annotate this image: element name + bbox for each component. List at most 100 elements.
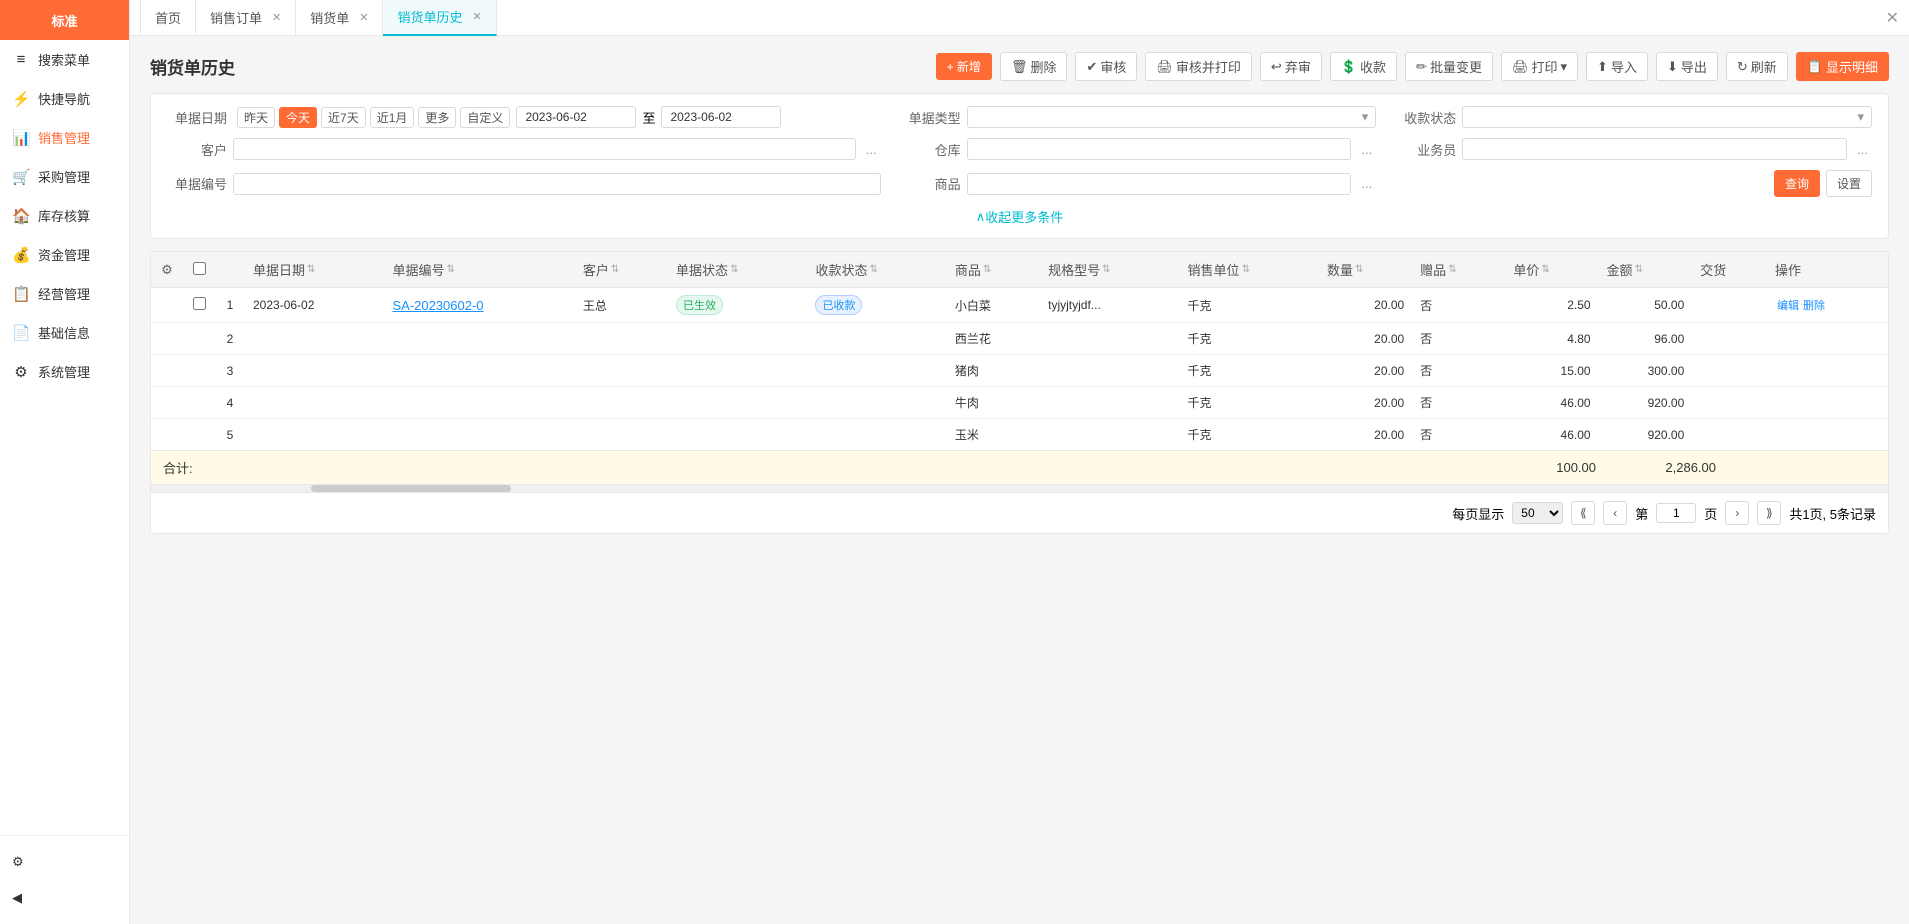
th-amount[interactable]: 金额 ⇅ xyxy=(1599,252,1693,288)
th-doc-date[interactable]: 单据日期 ⇅ xyxy=(245,252,384,288)
th-qty[interactable]: 数量 ⇅ xyxy=(1319,252,1412,288)
td-doc-num[interactable] xyxy=(384,355,574,387)
date-quick-custom[interactable]: 自定义 xyxy=(460,107,510,128)
collapse-button[interactable]: ∧ 收起更多条件 xyxy=(167,207,1872,226)
row-checkbox[interactable] xyxy=(193,297,206,310)
per-page-select[interactable]: 50 100 xyxy=(1512,502,1563,524)
th-customer[interactable]: 客户 ⇅ xyxy=(575,252,668,288)
inventory-icon: 🏠 xyxy=(12,207,30,225)
sidebar-item-quick-nav[interactable]: ⚡ 快捷导航 xyxy=(0,79,129,118)
sidebar-item-search-menu[interactable]: ≡ 搜索菜单 xyxy=(0,40,129,79)
audit-button[interactable]: ✔ 审核 xyxy=(1075,52,1137,81)
sidebar-item-sales-mgmt[interactable]: 📊 销售管理 xyxy=(0,118,129,157)
th-check[interactable] xyxy=(183,252,215,288)
date-from-input[interactable] xyxy=(516,106,636,128)
date-quick-yesterday[interactable]: 昨天 xyxy=(237,107,275,128)
display-detail-button[interactable]: 📋 显示明细 xyxy=(1796,52,1889,81)
print-button[interactable]: 🖨 打印 ▾ xyxy=(1501,52,1578,81)
td-check[interactable] xyxy=(183,288,215,323)
date-quick-more[interactable]: 更多 xyxy=(418,107,456,128)
td-check[interactable] xyxy=(183,387,215,419)
td-doc-num[interactable] xyxy=(384,419,574,451)
sidebar-collapse-button[interactable]: ◀ xyxy=(0,880,129,916)
tab-bar-close-all[interactable]: ✕ xyxy=(1886,8,1899,28)
date-quick-1month[interactable]: 近1月 xyxy=(370,107,415,128)
td-settings xyxy=(151,387,183,419)
th-doc-num[interactable]: 单据编号 ⇅ xyxy=(384,252,574,288)
th-unit-price[interactable]: 单价 ⇅ xyxy=(1505,252,1598,288)
page-next-button[interactable]: › xyxy=(1725,501,1749,525)
td-check[interactable] xyxy=(183,419,215,451)
refresh-button[interactable]: ↻ 刷新 xyxy=(1726,52,1788,81)
td-doc-num[interactable]: SA-20230602-0 xyxy=(384,288,574,323)
doc-num-link[interactable]: SA-20230602-0 xyxy=(392,298,483,313)
sidebar-item-basic-info[interactable]: 📄 基础信息 xyxy=(0,313,129,352)
page-prev-button[interactable]: ‹ xyxy=(1603,501,1627,525)
tab-sales-delivery[interactable]: 销货单 ✕ xyxy=(296,0,383,36)
salesperson-dots[interactable]: ... xyxy=(1853,142,1872,157)
tab-sales-order[interactable]: 销售订单 ✕ xyxy=(196,0,296,36)
th-unit[interactable]: 销售单位 ⇅ xyxy=(1180,252,1319,288)
sidebar-item-inventory[interactable]: 🏠 库存核算 xyxy=(0,196,129,235)
td-actions[interactable] xyxy=(1767,355,1888,387)
select-all-checkbox[interactable] xyxy=(193,262,206,275)
th-doc-status[interactable]: 单据状态 ⇅ xyxy=(668,252,807,288)
export-button[interactable]: ⬇ 导出 xyxy=(1656,52,1718,81)
batch-change-button[interactable]: ✏ 批量变更 xyxy=(1405,52,1493,81)
delete-button[interactable]: 🗑 删除 xyxy=(1000,52,1068,81)
audit-print-button[interactable]: 🖨 审核并打印 xyxy=(1145,52,1252,81)
settings-filter-button[interactable]: 设置 xyxy=(1826,170,1872,197)
td-check[interactable] xyxy=(183,323,215,355)
action-link[interactable]: 编辑 xyxy=(1777,300,1799,312)
warehouse-input[interactable] xyxy=(967,138,1352,160)
sidebar-item-system-mgmt[interactable]: ⚙ 系统管理 xyxy=(0,352,129,391)
warehouse-dots[interactable]: ... xyxy=(1357,142,1376,157)
sidebar-settings-button[interactable]: ⚙ xyxy=(0,844,129,880)
doc-num-input[interactable] xyxy=(233,173,881,195)
page-last-button[interactable]: ⟫ xyxy=(1757,501,1781,525)
customer-input[interactable] xyxy=(233,138,856,160)
sidebar-item-purchase-mgmt[interactable]: 🛒 采购管理 xyxy=(0,157,129,196)
tab-sales-order-close[interactable]: ✕ xyxy=(272,11,281,24)
td-actions[interactable]: 编辑删除 xyxy=(1767,288,1888,323)
date-quick-today[interactable]: 今天 xyxy=(279,107,317,128)
th-goods[interactable]: 商品 ⇅ xyxy=(947,252,1040,288)
page-first-button[interactable]: ⟪ xyxy=(1571,501,1595,525)
table-settings-icon[interactable]: ⚙ xyxy=(161,262,173,277)
abandon-button[interactable]: ↩ 弃审 xyxy=(1260,52,1322,81)
query-button[interactable]: 查询 xyxy=(1774,170,1820,197)
collect-button[interactable]: 💲 收款 xyxy=(1330,52,1397,81)
tab-sales-history-close[interactable]: ✕ xyxy=(473,10,482,23)
tab-sales-delivery-close[interactable]: ✕ xyxy=(359,11,368,24)
th-payment-status[interactable]: 收款状态 ⇅ xyxy=(807,252,946,288)
date-quick-7days[interactable]: 近7天 xyxy=(321,107,366,128)
tab-sales-history[interactable]: 销货单历史 ✕ xyxy=(383,0,496,36)
tab-home[interactable]: 首页 xyxy=(140,0,196,36)
td-doc-num[interactable] xyxy=(384,323,574,355)
page-number-input[interactable] xyxy=(1656,503,1696,523)
salesperson-input[interactable] xyxy=(1462,138,1847,160)
date-to-input[interactable] xyxy=(661,106,781,128)
scrollbar-thumb[interactable] xyxy=(311,485,511,492)
new-button[interactable]: + 新增 xyxy=(936,53,992,80)
td-actions[interactable] xyxy=(1767,419,1888,451)
import-button[interactable]: ⬆ 导入 xyxy=(1586,52,1648,81)
goods-dots[interactable]: ... xyxy=(1357,176,1376,191)
goods-input[interactable] xyxy=(967,173,1352,195)
sidebar-item-finance[interactable]: 💰 资金管理 xyxy=(0,235,129,274)
doc-type-select[interactable] xyxy=(967,106,1377,128)
sidebar-item-operations[interactable]: 📋 经营管理 xyxy=(0,274,129,313)
td-actions[interactable] xyxy=(1767,323,1888,355)
th-settings[interactable]: ⚙ xyxy=(151,252,183,288)
td-check[interactable] xyxy=(183,355,215,387)
basic-info-icon: 📄 xyxy=(12,324,30,342)
horizontal-scrollbar[interactable] xyxy=(151,484,1888,492)
td-doc-num[interactable] xyxy=(384,387,574,419)
th-spec[interactable]: 规格型号 ⇅ xyxy=(1040,252,1179,288)
action-link[interactable]: 删除 xyxy=(1803,300,1825,312)
th-gift[interactable]: 赠品 ⇅ xyxy=(1412,252,1505,288)
pagination-bar: 每页显示 50 100 ⟪ ‹ 第 页 › ⟫ 共1页, 5条记录 xyxy=(151,492,1888,533)
customer-dots[interactable]: ... xyxy=(862,142,881,157)
td-actions[interactable] xyxy=(1767,387,1888,419)
payment-status-select[interactable] xyxy=(1462,106,1872,128)
